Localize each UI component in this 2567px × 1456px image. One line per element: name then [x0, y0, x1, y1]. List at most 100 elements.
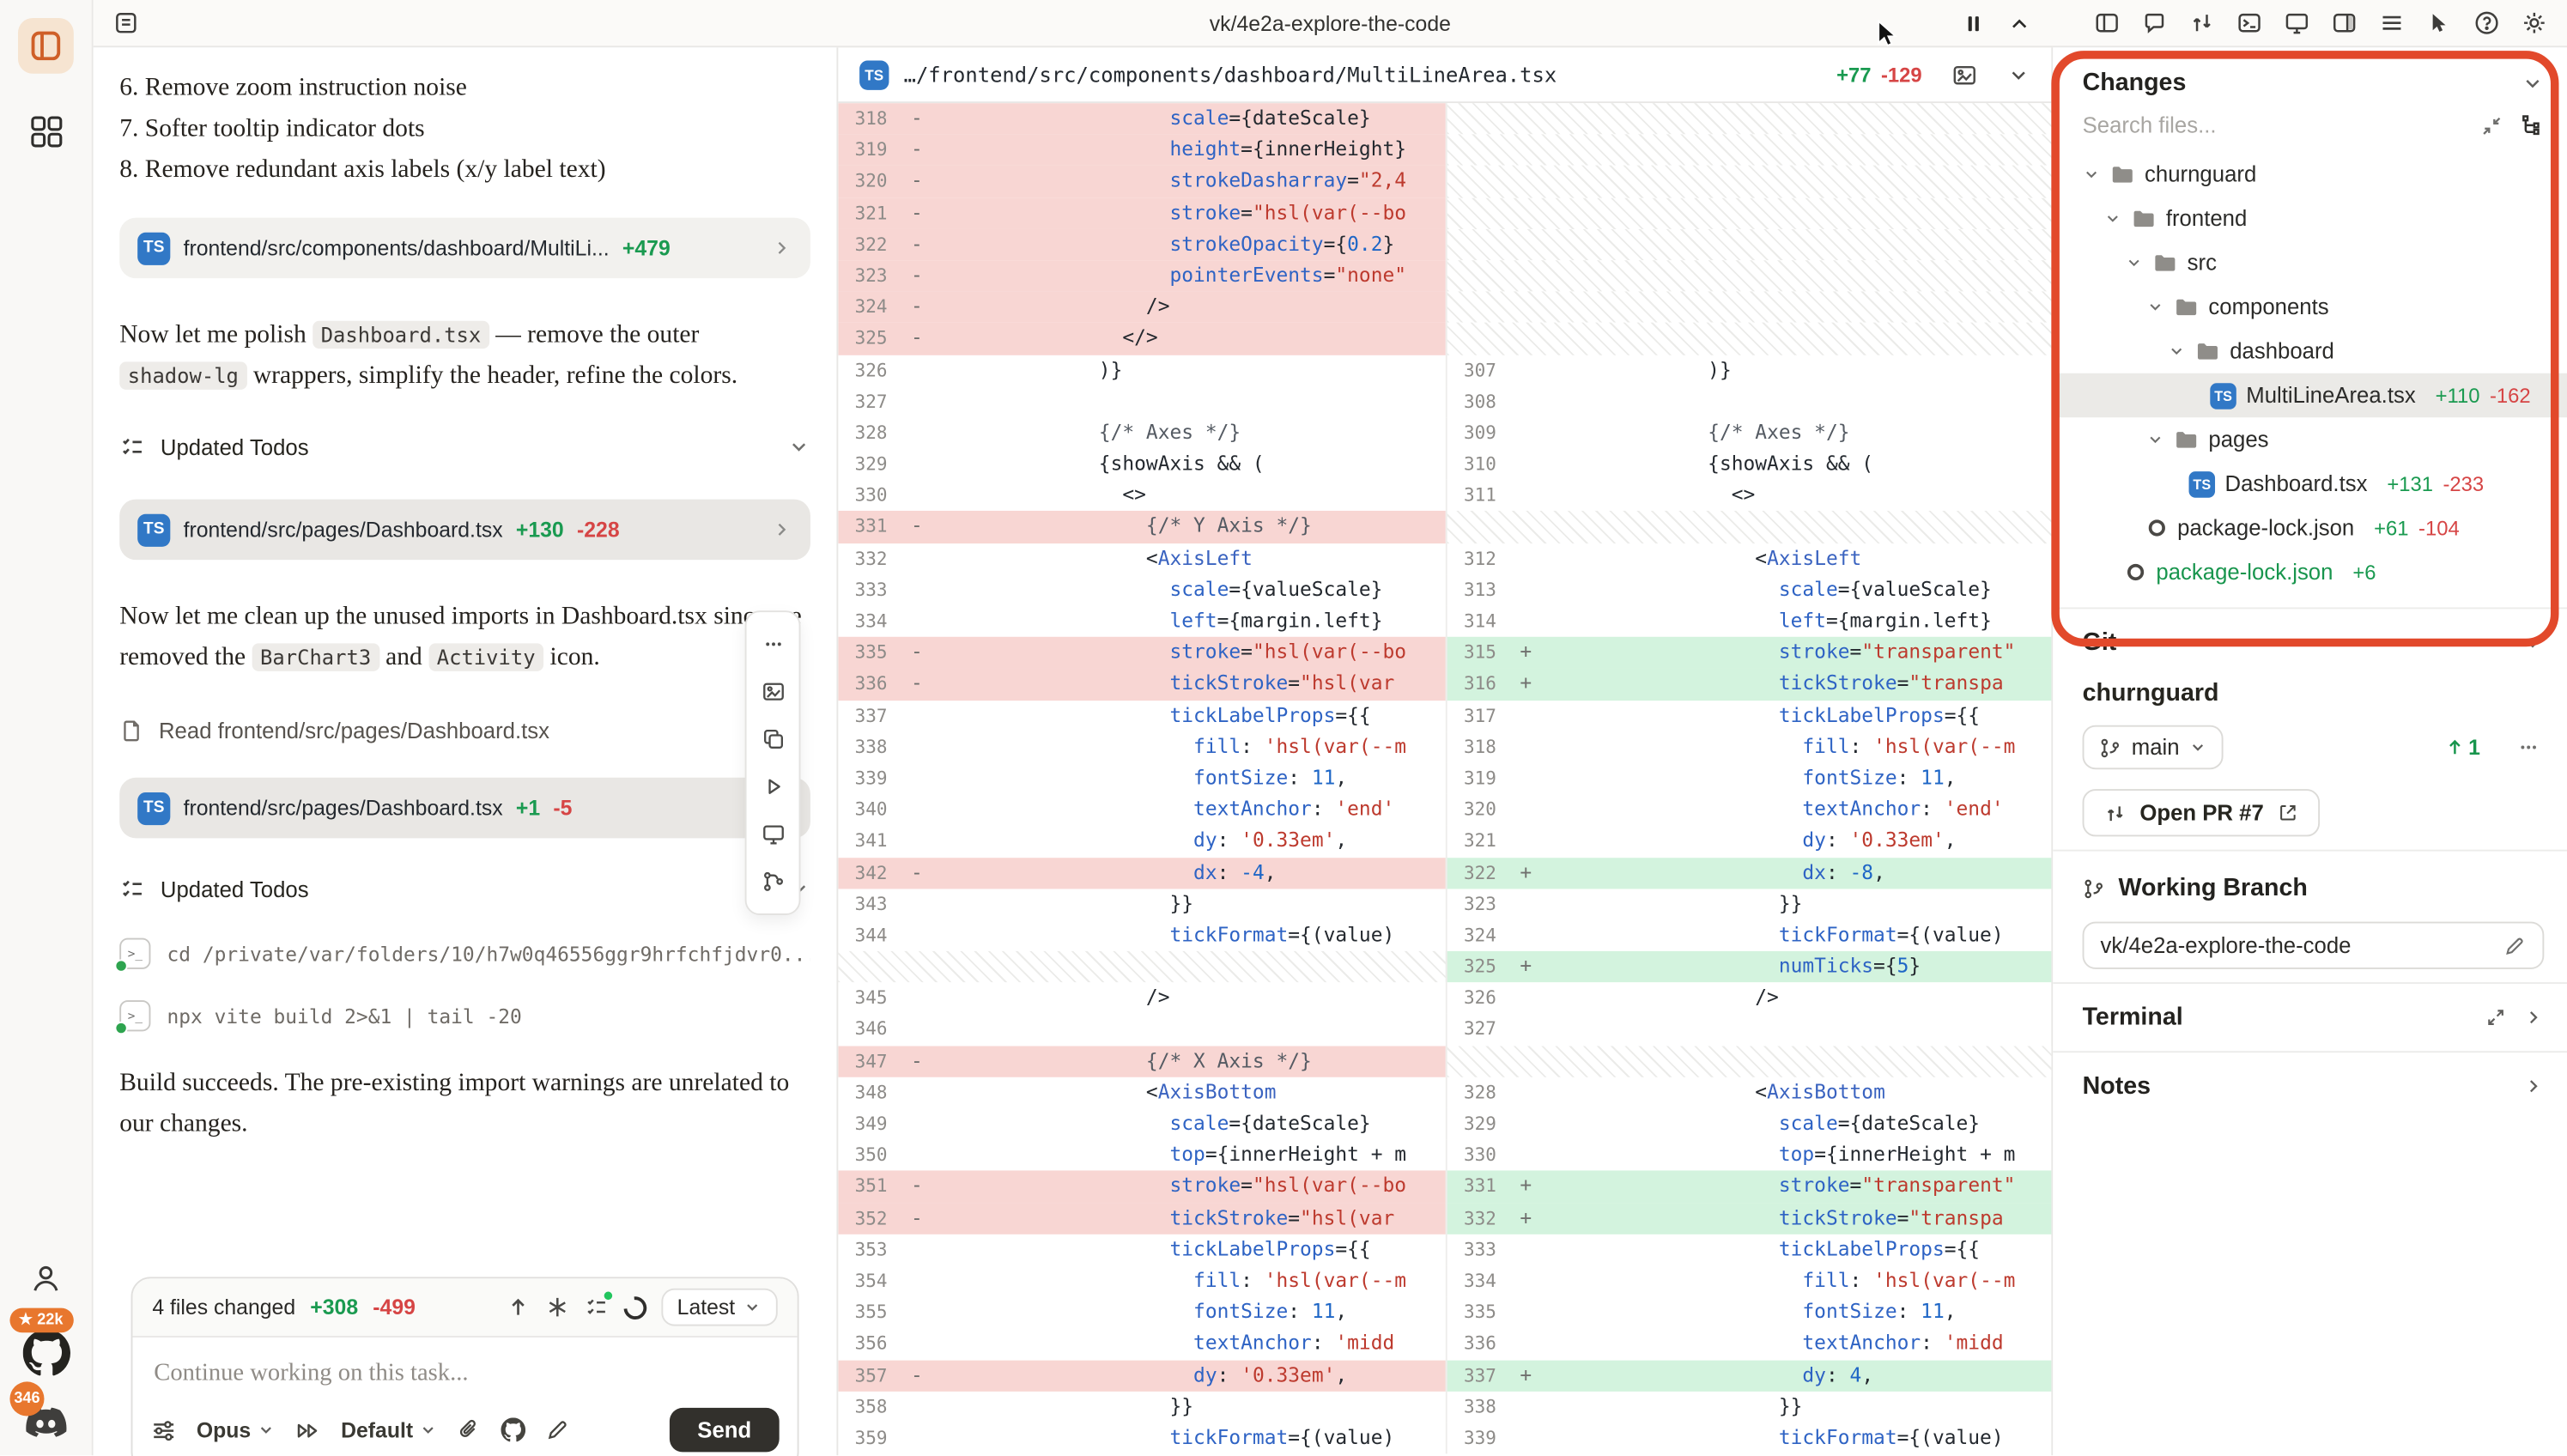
model-select[interactable]: Opus — [197, 1417, 276, 1442]
collapse-up-icon[interactable] — [2007, 10, 2032, 35]
tree-folder-components[interactable]: components — [2053, 285, 2567, 329]
line-number[interactable]: 319 — [838, 135, 900, 167]
pen-icon[interactable] — [546, 1417, 571, 1442]
line-number[interactable]: 316 — [1447, 669, 1509, 701]
file-tree-icon[interactable] — [2520, 113, 2545, 138]
line-number[interactable]: 349 — [838, 1108, 900, 1140]
layout-panel-icon[interactable] — [2094, 9, 2121, 36]
fast-forward-icon[interactable] — [295, 1417, 322, 1443]
tree-folder-pages[interactable]: pages — [2053, 417, 2567, 461]
chat-bubble-icon[interactable] — [2141, 9, 2168, 36]
line-number[interactable]: 320 — [1447, 794, 1509, 826]
line-number[interactable]: 335 — [1447, 1297, 1509, 1329]
line-number[interactable]: 327 — [1447, 1014, 1509, 1046]
app-logo-icon[interactable] — [18, 18, 74, 74]
line-number[interactable]: 315 — [1447, 637, 1509, 669]
arrow-up-icon[interactable] — [505, 1295, 530, 1320]
sidebar-right-icon[interactable] — [2331, 9, 2358, 36]
line-number[interactable]: 330 — [1447, 1140, 1509, 1172]
branch-select[interactable]: main — [2083, 725, 2224, 769]
line-number[interactable]: 338 — [1447, 1391, 1509, 1423]
line-number[interactable]: 358 — [838, 1391, 900, 1423]
line-number[interactable]: 343 — [838, 889, 900, 920]
line-number[interactable]: 350 — [838, 1140, 900, 1172]
line-number[interactable]: 322 — [838, 228, 900, 260]
line-number[interactable]: 339 — [1447, 1423, 1509, 1454]
chevron-down-icon[interactable] — [2521, 631, 2545, 654]
updated-todos-row[interactable]: Updated Todos — [119, 422, 810, 471]
line-number[interactable]: 331 — [1447, 1171, 1509, 1203]
file-change-chip[interactable]: TS frontend/src/pages/Dashboard.tsx +130… — [119, 500, 810, 561]
todo-list-icon[interactable] — [584, 1295, 609, 1320]
line-number[interactable]: 359 — [838, 1423, 900, 1454]
line-number[interactable]: 334 — [1447, 1265, 1509, 1297]
line-number[interactable]: 328 — [838, 417, 900, 449]
line-number[interactable]: 333 — [838, 574, 900, 606]
monitor-icon[interactable] — [2284, 9, 2310, 36]
line-number[interactable]: 307 — [1447, 355, 1509, 386]
more-options-icon[interactable] — [749, 621, 795, 668]
line-number[interactable]: 329 — [1447, 1108, 1509, 1140]
chevron-right-icon[interactable] — [2523, 1076, 2545, 1097]
line-number[interactable]: 356 — [838, 1328, 900, 1360]
line-number[interactable]: 324 — [1447, 919, 1509, 951]
line-number[interactable]: 311 — [1447, 480, 1509, 512]
git-compare-icon[interactable] — [749, 858, 795, 905]
settings-gear-icon[interactable] — [2521, 9, 2548, 36]
line-number[interactable]: 336 — [1447, 1328, 1509, 1360]
line-number[interactable]: 318 — [838, 103, 900, 135]
copy-icon[interactable] — [749, 715, 795, 762]
terminal-icon[interactable] — [2236, 9, 2263, 36]
rich-diff-icon[interactable] — [1951, 62, 1978, 88]
sparkle-icon[interactable] — [544, 1295, 569, 1320]
line-number[interactable]: 329 — [838, 449, 900, 481]
sliders-icon[interactable] — [150, 1417, 177, 1443]
tree-file-MultiLineArea.tsx[interactable]: TSMultiLineArea.tsx+110-162 — [2053, 373, 2567, 417]
diff-summary-bar[interactable]: 4 files changed +308 -499 Latest — [132, 1278, 797, 1338]
line-number[interactable]: 336 — [838, 669, 900, 701]
pause-icon[interactable] — [1961, 10, 1986, 35]
line-number[interactable]: 345 — [838, 983, 900, 1015]
line-number[interactable]: 339 — [838, 762, 900, 794]
github-link[interactable]: ★ 22k — [22, 1329, 70, 1376]
collapse-tree-icon[interactable] — [2480, 114, 2503, 137]
open-pr-button[interactable]: Open PR #7 — [2083, 789, 2320, 836]
discord-link[interactable]: 346 — [23, 1403, 69, 1442]
line-number[interactable]: 320 — [838, 166, 900, 197]
tree-folder-frontend[interactable]: frontend — [2053, 197, 2567, 240]
line-number[interactable]: 341 — [838, 826, 900, 858]
line-number[interactable]: 344 — [838, 919, 900, 951]
line-number[interactable]: 323 — [838, 260, 900, 292]
mode-select[interactable]: Default — [341, 1417, 438, 1442]
line-number[interactable]: 314 — [1447, 606, 1509, 638]
line-number[interactable]: 340 — [838, 794, 900, 826]
tree-folder-dashboard[interactable]: dashboard — [2053, 329, 2567, 373]
help-icon[interactable] — [2473, 9, 2500, 36]
line-number[interactable]: 331 — [838, 512, 900, 543]
line-number[interactable]: 355 — [838, 1297, 900, 1329]
line-number[interactable]: 333 — [1447, 1234, 1509, 1265]
monitor-icon[interactable] — [749, 810, 795, 858]
updated-todos-row[interactable]: Updated Todos — [119, 864, 810, 913]
line-number[interactable]: 322 — [1447, 857, 1509, 889]
commits-ahead[interactable]: 1 — [2444, 735, 2480, 760]
line-number[interactable]: 309 — [1447, 417, 1509, 449]
menu-icon[interactable] — [2379, 9, 2406, 36]
more-options-icon[interactable] — [2516, 735, 2541, 760]
chevron-down-icon[interactable] — [2007, 63, 2030, 86]
chat-input[interactable] — [154, 1361, 776, 1388]
chevron-down-icon[interactable] — [2521, 71, 2545, 94]
github-icon[interactable] — [501, 1417, 526, 1442]
line-number[interactable]: 354 — [838, 1265, 900, 1297]
line-number[interactable]: 325 — [838, 323, 900, 355]
tree-file-package-lock.json[interactable]: package-lock.json+6 — [2053, 550, 2567, 594]
tree-file-Dashboard.tsx[interactable]: TSDashboard.tsx+131-233 — [2053, 462, 2567, 506]
line-number[interactable]: 352 — [838, 1203, 900, 1235]
line-number[interactable]: 310 — [1447, 449, 1509, 481]
line-number[interactable]: 308 — [1447, 385, 1509, 417]
file-change-chip[interactable]: TS frontend/src/pages/Dashboard.tsx +1 -… — [119, 778, 810, 839]
line-number[interactable]: 342 — [838, 857, 900, 889]
line-number[interactable]: 317 — [1447, 700, 1509, 731]
working-branch-field[interactable]: vk/4e2a-explore-the-code — [2083, 922, 2545, 969]
line-number[interactable]: 312 — [1447, 543, 1509, 574]
